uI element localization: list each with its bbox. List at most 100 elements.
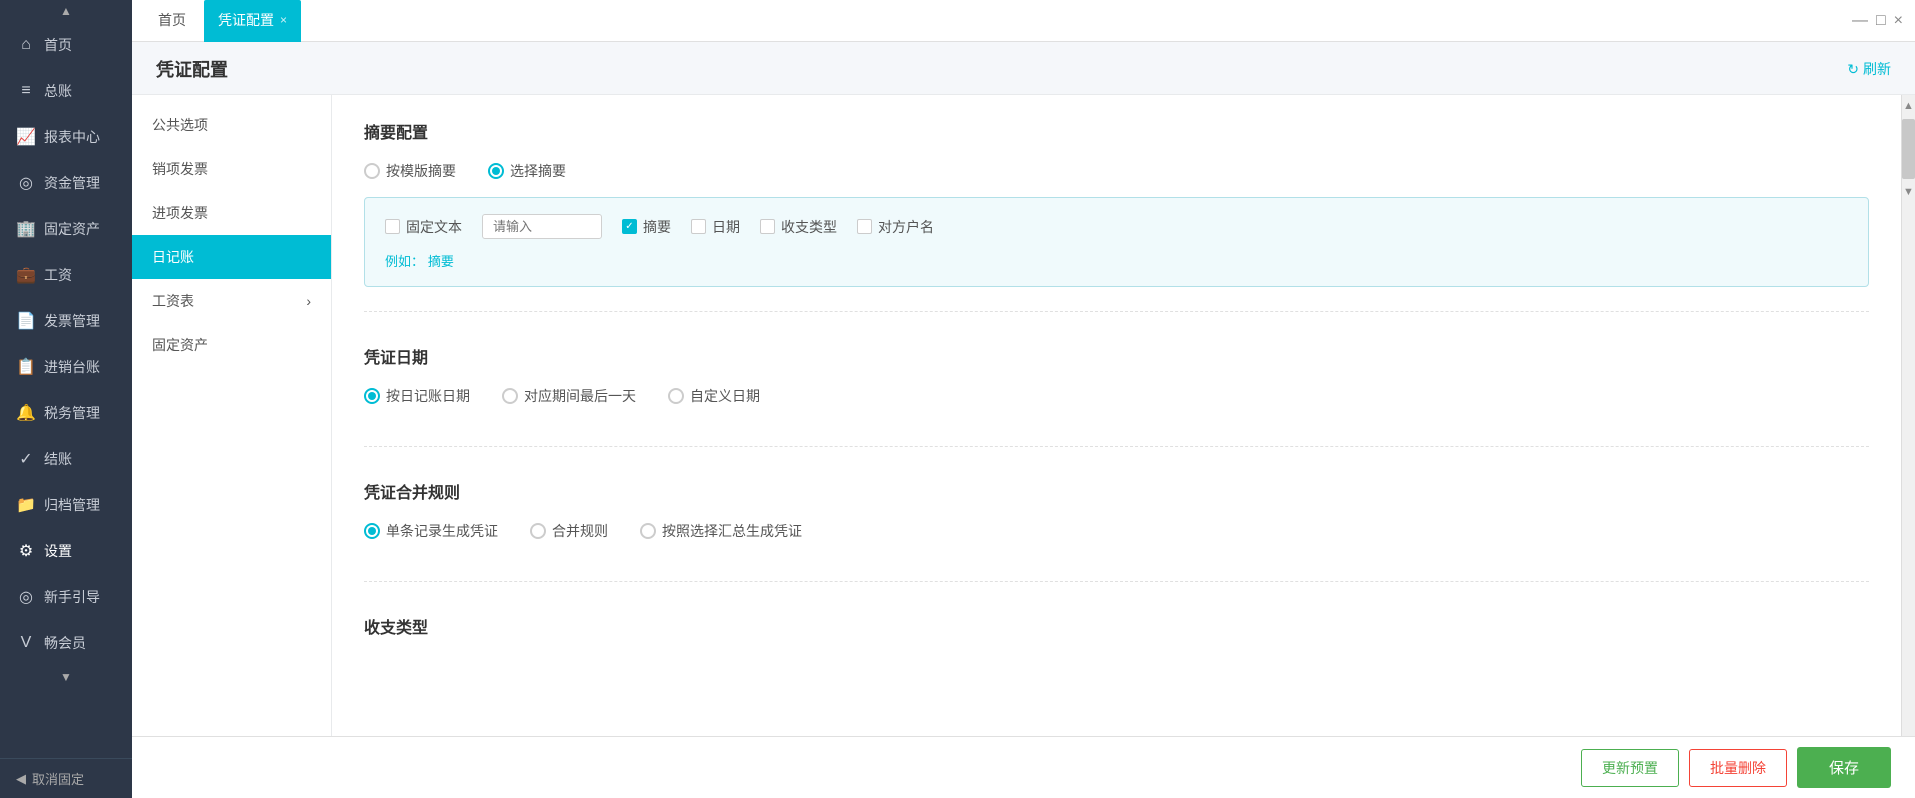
scroll-up-button[interactable]: ▲ (1902, 97, 1915, 115)
checkbox-date-box (691, 219, 706, 234)
example-value: 摘要 (428, 254, 454, 269)
bottom-bar: 更新预置 批量删除 保存 (132, 736, 1915, 798)
sidebar-item-member[interactable]: V 畅会员 (0, 620, 132, 666)
section-date: 凭证日期 按日记账日期 对应期间最后一天 自定义日期 (364, 344, 1869, 447)
archive-icon: 📁 (16, 495, 36, 515)
checkbox-fixed-text-box (385, 219, 400, 234)
radio-select-summary[interactable]: 选择摘要 (488, 161, 566, 181)
pin-icon: ◀ (16, 771, 26, 787)
report-icon: 📈 (16, 127, 36, 147)
summary-config-box: 固定文本 ✓ 摘要 日期 (364, 197, 1869, 287)
radio-journal-date[interactable]: 按日记账日期 (364, 386, 470, 406)
batch-delete-button[interactable]: 批量删除 (1689, 749, 1787, 787)
settings-icon: ⚙ (16, 541, 36, 561)
sidebar-item-assets[interactable]: 🏢 固定资产 (0, 206, 132, 252)
sidebar-item-salary[interactable]: 💼 工资 (0, 252, 132, 298)
nav-payroll[interactable]: 工资表 › (132, 279, 331, 323)
radio-last-period-circle (502, 388, 518, 404)
sidebar-item-home[interactable]: ⌂ 首页 (0, 22, 132, 68)
radio-select-merge[interactable]: 按照选择汇总生成凭证 (640, 521, 802, 541)
checkbox-summary[interactable]: ✓ 摘要 (622, 217, 671, 237)
tab-home[interactable]: 首页 (144, 0, 200, 42)
checkbox-counterpart[interactable]: 对方户名 (857, 217, 934, 237)
minimize-button[interactable]: — (1852, 12, 1868, 30)
sidebar-item-archive[interactable]: 📁 归档管理 (0, 482, 132, 528)
sidebar-item-tax[interactable]: 🔔 税务管理 (0, 390, 132, 436)
tab-voucher-config[interactable]: 凭证配置 × (204, 0, 301, 42)
member-icon: V (16, 634, 36, 652)
assets-icon: 🏢 (16, 219, 36, 239)
radio-select-merge-circle (640, 523, 656, 539)
outer-scrollbar: ▲ ▼ (1901, 95, 1915, 736)
radio-custom-date-circle (668, 388, 684, 404)
example-label: 例如： (385, 254, 424, 269)
left-nav: 公共选项 销项发票 进项发票 日记账 工资表 › 固定资产 (132, 95, 332, 736)
section-summary-title: 摘要配置 (364, 119, 1869, 143)
sidebar-scroll-up[interactable]: ▲ (0, 0, 132, 22)
sidebar-unpin[interactable]: ◀ 取消固定 (0, 758, 132, 798)
radio-select-circle (488, 163, 504, 179)
sidebar-item-invoice[interactable]: 📄 发票管理 (0, 298, 132, 344)
tab-close-icon[interactable]: × (280, 13, 287, 27)
refresh-button[interactable]: ↻ 刷新 (1847, 59, 1891, 79)
save-button[interactable]: 保存 (1797, 747, 1891, 788)
tab-bar-controls: — □ × (1852, 12, 1903, 30)
tax-icon: 🔔 (16, 403, 36, 423)
nav-purchase-invoice[interactable]: 进项发票 (132, 191, 331, 235)
summary-checkbox-row: 固定文本 ✓ 摘要 日期 (385, 214, 1848, 239)
sidebar-item-checkout[interactable]: ✓ 结账 (0, 436, 132, 482)
sidebar-item-settings[interactable]: ⚙ 设置 (0, 528, 132, 574)
checkbox-income-type[interactable]: 收支类型 (760, 217, 837, 237)
checkbox-fixed-text[interactable]: 固定文本 (385, 217, 462, 237)
radio-last-period[interactable]: 对应期间最后一天 (502, 386, 636, 406)
sidebar-item-guide[interactable]: ◎ 新手引导 (0, 574, 132, 620)
radio-single-record-circle (364, 523, 380, 539)
date-radio-group: 按日记账日期 对应期间最后一天 自定义日期 (364, 386, 1869, 406)
close-button[interactable]: × (1894, 12, 1903, 30)
checkbox-income-type-box (760, 219, 775, 234)
summary-example: 例如： 摘要 (385, 251, 1848, 270)
fund-icon: ◎ (16, 173, 36, 193)
fixed-text-input[interactable] (482, 214, 602, 239)
radio-template-circle (364, 163, 380, 179)
chart-icon: ≡ (16, 82, 36, 100)
main-area: 首页 凭证配置 × — □ × 凭证配置 ↻ 刷新 公共选项 销项发票 (132, 0, 1915, 798)
content-wrapper: 公共选项 销项发票 进项发票 日记账 工资表 › 固定资产 (132, 95, 1915, 736)
update-preview-button[interactable]: 更新预置 (1581, 749, 1679, 787)
sidebar: ▲ ⌂ 首页 ≡ 总账 📈 报表中心 ◎ 资金管理 🏢 固定资产 💼 工资 📄 … (0, 0, 132, 798)
right-content: 摘要配置 按模版摘要 选择摘要 (332, 95, 1901, 736)
section-merge: 凭证合并规则 单条记录生成凭证 合并规则 按照选择汇总生成凭证 (364, 479, 1869, 582)
maximize-button[interactable]: □ (1876, 12, 1886, 30)
tab-bar: 首页 凭证配置 × — □ × (132, 0, 1915, 42)
checkbox-summary-box: ✓ (622, 219, 637, 234)
radio-merge-rule[interactable]: 合并规则 (530, 521, 608, 541)
scroll-down-button[interactable]: ▼ (1902, 183, 1915, 201)
radio-template-summary[interactable]: 按模版摘要 (364, 161, 456, 181)
sales-icon: 📋 (16, 357, 36, 377)
page-title: 凭证配置 (156, 56, 228, 82)
invoice-icon: 📄 (16, 311, 36, 331)
nav-sales-invoice[interactable]: 销项发票 (132, 147, 331, 191)
guide-icon: ◎ (16, 587, 36, 607)
chevron-right-icon: › (306, 293, 311, 309)
sidebar-item-sales[interactable]: 📋 进销台账 (0, 344, 132, 390)
refresh-icon: ↻ (1847, 61, 1859, 78)
radio-journal-date-circle (364, 388, 380, 404)
salary-icon: 💼 (16, 265, 36, 285)
checkbox-date[interactable]: 日期 (691, 217, 740, 237)
checkout-icon: ✓ (16, 449, 36, 469)
nav-fixed-assets[interactable]: 固定资产 (132, 323, 331, 367)
sidebar-scroll-down[interactable]: ▼ (0, 666, 132, 688)
radio-custom-date[interactable]: 自定义日期 (668, 386, 760, 406)
section-income-type: 收支类型 (364, 614, 1869, 680)
summary-radio-group: 按模版摘要 选择摘要 (364, 161, 1869, 181)
nav-public[interactable]: 公共选项 (132, 103, 331, 147)
nav-journal[interactable]: 日记账 (132, 235, 331, 279)
radio-merge-rule-circle (530, 523, 546, 539)
scroll-thumb[interactable] (1902, 119, 1915, 179)
radio-single-record[interactable]: 单条记录生成凭证 (364, 521, 498, 541)
sidebar-item-report[interactable]: 📈 报表中心 (0, 114, 132, 160)
checkbox-counterpart-box (857, 219, 872, 234)
sidebar-item-fund[interactable]: ◎ 资金管理 (0, 160, 132, 206)
sidebar-item-ledger[interactable]: ≡ 总账 (0, 68, 132, 114)
